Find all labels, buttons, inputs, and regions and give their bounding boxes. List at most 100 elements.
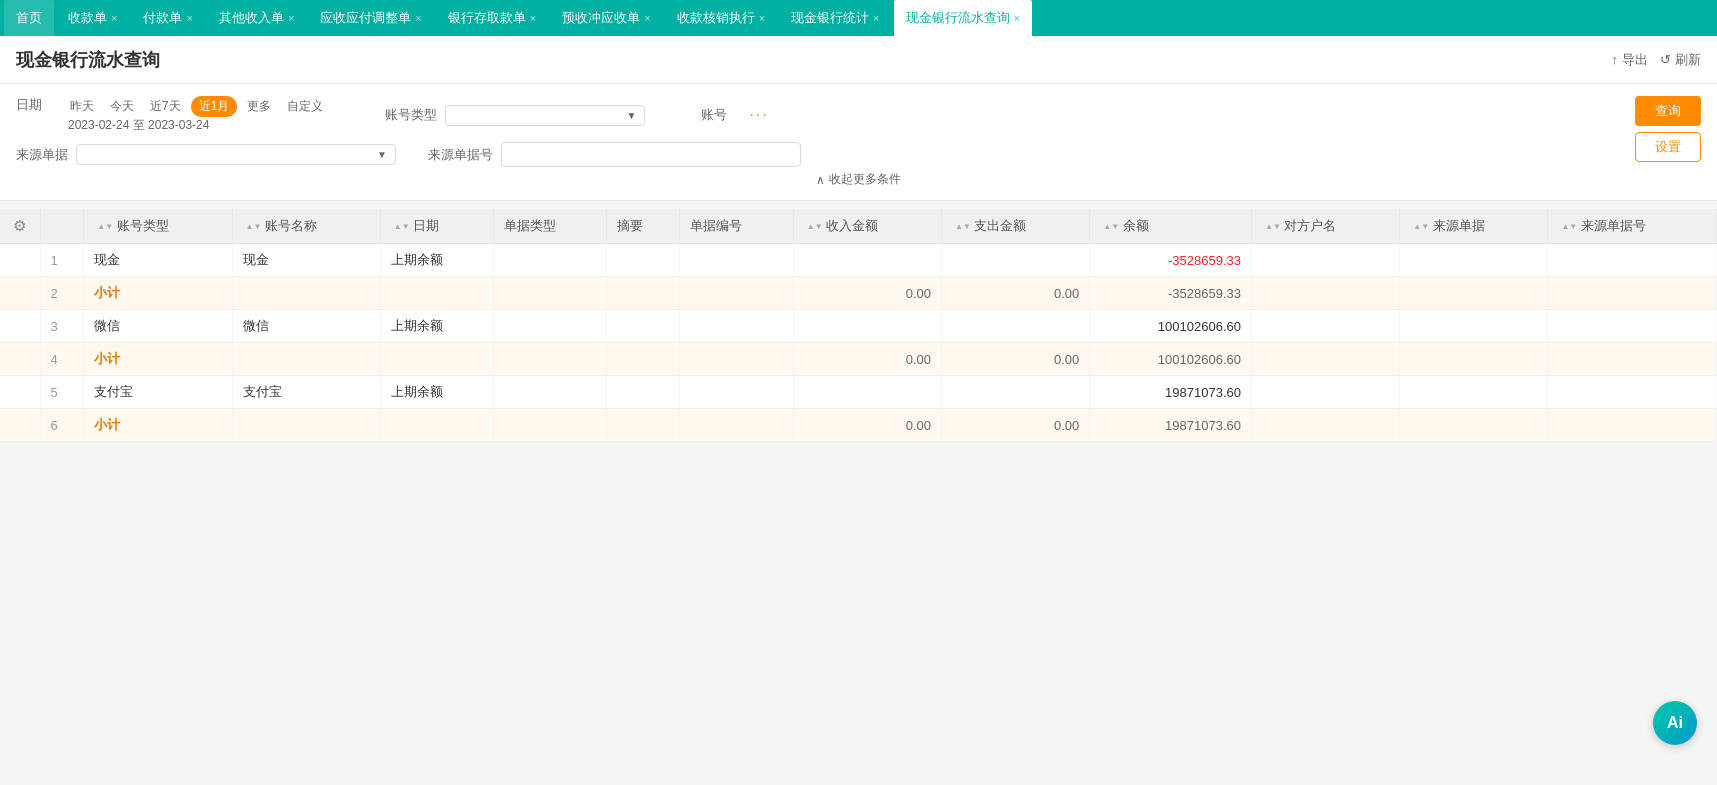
nav-tab-other-income-label: 其他收入单 [219,9,284,27]
cell-seq: 4 [40,343,84,376]
nav-tab-bank-stats-close[interactable]: × [873,12,879,24]
nav-tab-bank-deposit[interactable]: 银行存取款单 × [436,0,548,36]
table-header-row: ⚙ ▲▼ 账号类型 ▲▼ 账号名称 ▲▼ 日期 单据类型 摘要 单据编号 [0,209,1717,244]
nav-tab-home[interactable]: 首页 [4,0,54,36]
cell-summary [607,376,680,409]
nav-tab-bank-stats[interactable]: 现金银行统计 × [779,0,891,36]
table-row[interactable]: 3 微信 微信 上期余额 100102606.60 [0,310,1717,343]
source-doc-label: 来源单据 [16,146,68,164]
refresh-button[interactable]: ↺ 刷新 [1660,51,1701,69]
nav-tab-verify-receipt[interactable]: 收款核销执行 × [665,0,777,36]
table-row[interactable]: 1 现金 现金 上期余额 -3528659.33 [0,244,1717,277]
nav-tab-verify-receipt-label: 收款核销执行 [677,9,755,27]
nav-tab-other-income-close[interactable]: × [288,12,294,24]
data-table-container: ⚙ ▲▼ 账号类型 ▲▼ 账号名称 ▲▼ 日期 单据类型 摘要 单据编号 [0,209,1717,442]
nav-tab-advance-offset-close[interactable]: × [644,12,650,24]
cell-date: 上期余额 [380,310,493,343]
col-balance[interactable]: ▲▼ 余额 [1090,209,1252,244]
date-option-1month[interactable]: 近1月 [191,96,238,117]
page-title: 现金银行流水查询 [16,48,160,72]
date-option-yesterday[interactable]: 昨天 [64,96,100,117]
date-option-7days[interactable]: 近7天 [144,96,187,117]
cell-expense [942,310,1090,343]
cell-seq: 2 [40,277,84,310]
refresh-label: 刷新 [1675,51,1701,69]
cell-date [380,277,493,310]
date-option-custom[interactable]: 自定义 [281,96,329,117]
nav-tab-other-income[interactable]: 其他收入单 × [207,0,306,36]
query-button[interactable]: 查询 [1635,96,1701,126]
col-date[interactable]: ▲▼ 日期 [380,209,493,244]
cell-income [793,244,941,277]
cell-date [380,409,493,442]
nav-tab-bank-deposit-label: 银行存取款单 [448,9,526,27]
nav-tab-bank-flow[interactable]: 现金银行流水查询 × [894,0,1032,36]
col-summary: 摘要 [607,209,680,244]
cell-counterpart [1251,409,1399,442]
table-row[interactable]: 4 小计 0.00 0.00 100102606.60 [0,343,1717,376]
cell-source-doc-no [1548,277,1717,310]
nav-tab-ap-adjust[interactable]: 应收应付调整单 × [308,0,433,36]
col-account-type-sort-icon: ▲▼ [97,223,113,231]
col-account-type[interactable]: ▲▼ 账号类型 [84,209,232,244]
cell-counterpart [1251,310,1399,343]
table-row[interactable]: 2 小计 0.00 0.00 -3528659.33 [0,277,1717,310]
col-source-doc[interactable]: ▲▼ 来源单据 [1400,209,1548,244]
table-row[interactable]: 6 小计 0.00 0.00 19871073.60 [0,409,1717,442]
cell-seq: 1 [40,244,84,277]
cell-source-doc [1400,310,1548,343]
col-doc-no: 单据编号 [680,209,793,244]
table-body: 1 现金 现金 上期余额 -3528659.33 2 小计 [0,244,1717,442]
gear-icon[interactable]: ⚙ [13,217,26,234]
cell-account-type: 小计 [84,343,232,376]
cell-expense [942,376,1090,409]
nav-tab-verify-receipt-close[interactable]: × [759,12,765,24]
col-income[interactable]: ▲▼ 收入金额 [793,209,941,244]
cell-doc-type [494,277,607,310]
cell-date: 上期余额 [380,244,493,277]
export-button[interactable]: ↑ 导出 [1612,51,1649,69]
filter-actions: 查询 设置 [1635,96,1701,162]
col-source-doc-no[interactable]: ▲▼ 来源单据号 [1548,209,1717,244]
cell-source-doc [1400,343,1548,376]
account-type-select[interactable]: ▼ [445,105,645,126]
cell-source-doc-no [1548,409,1717,442]
source-doc-no-label: 来源单据号 [428,146,493,164]
cell-counterpart [1251,376,1399,409]
nav-tab-bank-deposit-close[interactable]: × [530,12,536,24]
nav-tab-receipt[interactable]: 收款单 × [56,0,129,36]
cell-account-name: 支付宝 [232,376,380,409]
col-counterpart[interactable]: ▲▼ 对方户名 [1251,209,1399,244]
col-gear[interactable]: ⚙ [0,209,40,244]
nav-tab-bank-flow-close[interactable]: × [1014,12,1020,24]
collapse-bar[interactable]: ∧ 收起更多条件 [16,167,1701,188]
source-doc-select[interactable]: ▼ [76,144,396,165]
date-option-today[interactable]: 今天 [104,96,140,117]
col-doc-type: 单据类型 [494,209,607,244]
source-doc-arrow-icon: ▼ [377,149,387,160]
nav-tab-advance-offset[interactable]: 预收冲应收单 × [550,0,662,36]
nav-tab-ap-adjust-close[interactable]: × [415,12,421,24]
cell-expense: 0.00 [942,409,1090,442]
col-account-name[interactable]: ▲▼ 账号名称 [232,209,380,244]
account-type-arrow-icon: ▼ [626,110,636,121]
source-doc-no-input[interactable] [501,142,801,167]
cell-account-name: 现金 [232,244,380,277]
settings-button[interactable]: 设置 [1635,132,1701,162]
col-expense[interactable]: ▲▼ 支出金额 [942,209,1090,244]
table-row[interactable]: 5 支付宝 支付宝 上期余额 19871073.60 [0,376,1717,409]
cell-counterpart [1251,277,1399,310]
cell-doc-type [494,310,607,343]
cell-doc-no [680,244,793,277]
filter-row-2: 来源单据 ▼ 来源单据号 [16,142,1619,167]
collapse-label: 收起更多条件 [829,171,901,188]
account-dots-button[interactable]: ··· [749,106,768,124]
nav-tab-payment[interactable]: 付款单 × [131,0,204,36]
nav-tab-payment-close[interactable]: × [186,12,192,24]
date-option-more[interactable]: 更多 [241,96,277,117]
cell-source-doc [1400,409,1548,442]
cell-source-doc-no [1548,244,1717,277]
cell-balance: 100102606.60 [1090,343,1252,376]
nav-tab-receipt-close[interactable]: × [111,12,117,24]
cell-account-name [232,409,380,442]
